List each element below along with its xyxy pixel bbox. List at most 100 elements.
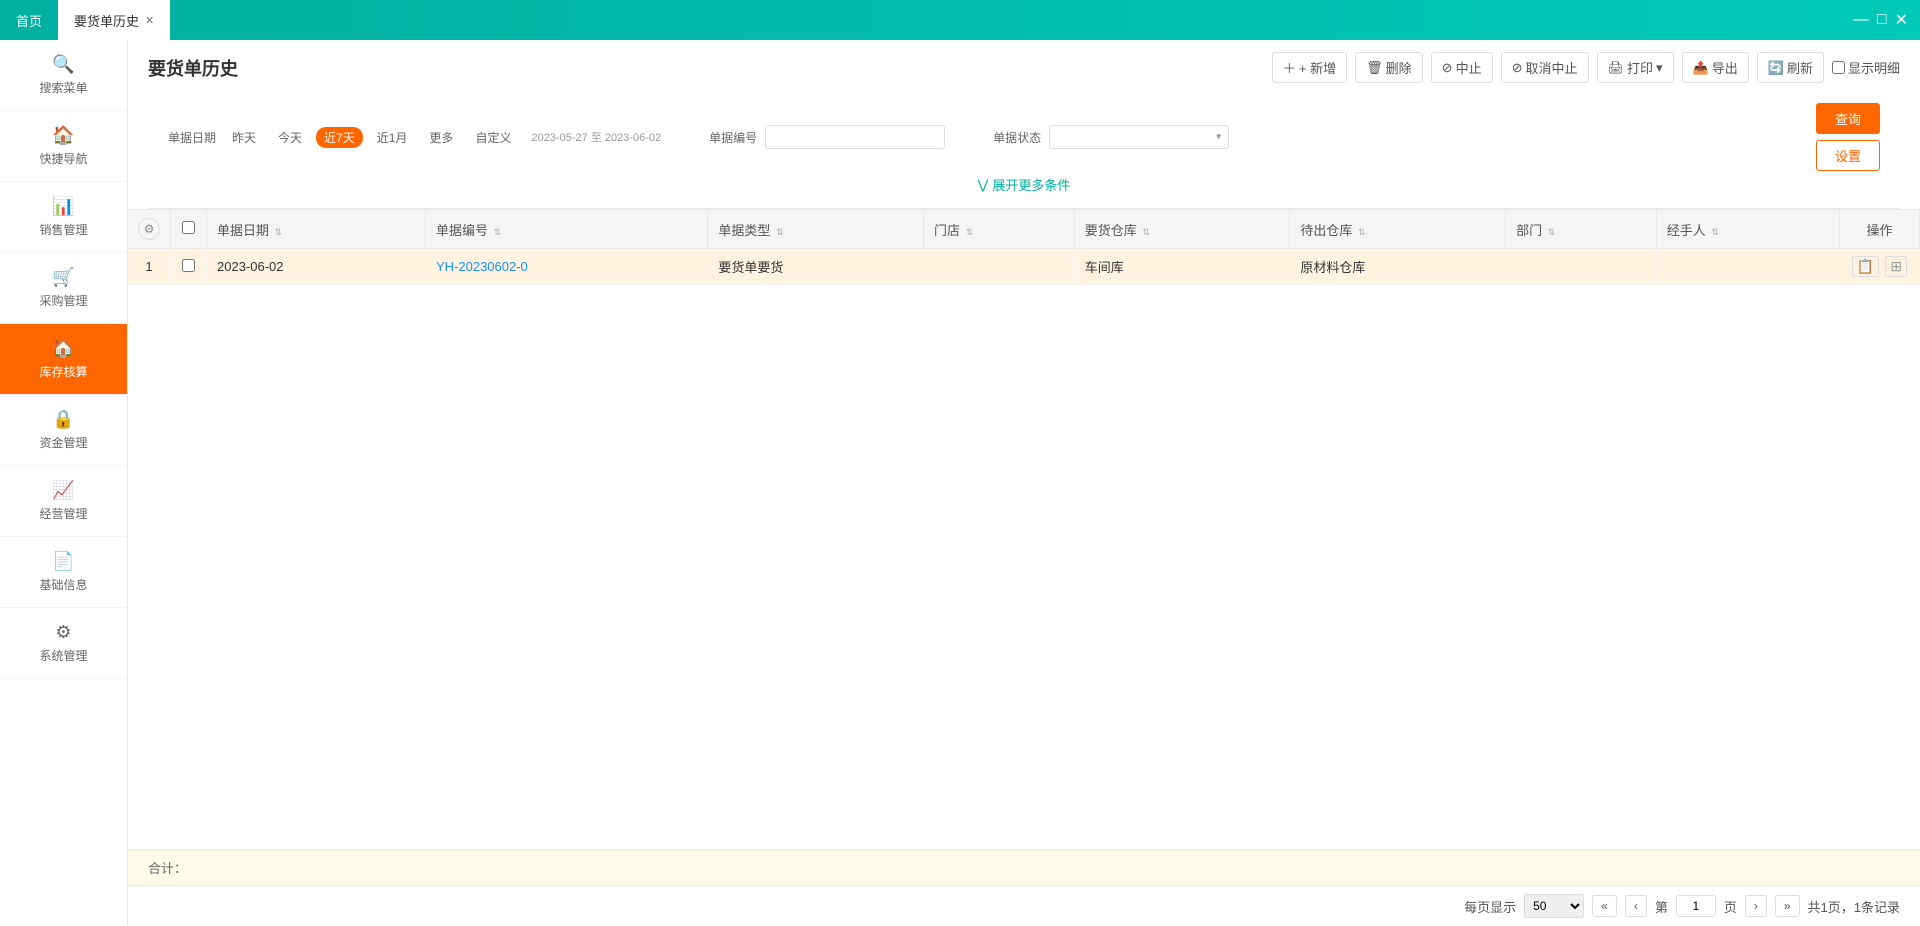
- filter-billno-label: 单据编号: [709, 129, 757, 146]
- row-detail-icon[interactable]: ⊞: [1885, 256, 1907, 277]
- date-opt-yesterday[interactable]: 昨天: [224, 127, 264, 148]
- filter-status-wrapper: [1049, 125, 1229, 149]
- cancel-suspend-icon: ⊘: [1512, 60, 1523, 76]
- delete-button[interactable]: 🗑 删除: [1355, 52, 1423, 83]
- th-store[interactable]: 门店 ⇅: [924, 210, 1075, 249]
- filter-group-date: 单据日期 昨天 今天 近7天 近1月 更多 自定义 2023-05-27 至 2…: [168, 125, 1800, 149]
- page-number-input[interactable]: [1676, 895, 1716, 917]
- sidebar-item-inventory-calc[interactable]: 🏠 库存核算: [0, 324, 127, 395]
- filter-actions: 查询 设置: [1816, 103, 1880, 171]
- refresh-icon: 🔄: [1768, 60, 1784, 76]
- date-opt-last1month[interactable]: 近1月: [369, 127, 416, 148]
- sort-pendingwarehouse-icon: ⇅: [1358, 227, 1366, 237]
- page-header: 要货单历史 ＋ + 新增 🗑 删除 ⊘ 中止 ⊘: [128, 40, 1920, 210]
- filter-settings-button[interactable]: 设置: [1816, 140, 1880, 171]
- date-opt-today[interactable]: 今天: [270, 127, 310, 148]
- row-checkbox[interactable]: [182, 259, 195, 272]
- prev-page-button[interactable]: ‹: [1625, 895, 1647, 917]
- sidebar-item-quick-nav[interactable]: 🏠 快捷导航: [0, 111, 127, 182]
- query-button[interactable]: 查询: [1816, 103, 1880, 134]
- sidebar: 🔍 搜索菜单 🏠 快捷导航 📊 销售管理 🛒 采购管理 🏠 库存核算 🔒 资金管…: [0, 40, 128, 926]
- sort-billno-icon: ⇅: [494, 227, 502, 237]
- sidebar-item-basic-info[interactable]: 📄 基础信息: [0, 537, 127, 608]
- cancel-suspend-button[interactable]: ⊘ 取消中止: [1501, 52, 1589, 83]
- finance-mgmt-icon: 🔒: [52, 409, 74, 430]
- suspend-button[interactable]: ⊘ 中止: [1431, 52, 1493, 83]
- td-billno: YH-20230602-0: [426, 249, 708, 285]
- sort-store-icon: ⇅: [966, 227, 974, 237]
- th-department-label: 部门: [1516, 223, 1542, 238]
- tab-close-icon[interactable]: ✕: [145, 14, 154, 27]
- page-size-label: 每页显示: [1464, 897, 1516, 916]
- th-reqwarehouse[interactable]: 要货仓库 ⇅: [1074, 210, 1290, 249]
- next-page-button[interactable]: ›: [1745, 895, 1767, 917]
- page-size-select[interactable]: 50 10 20 100: [1524, 894, 1584, 918]
- refresh-button[interactable]: 🔄 刷新: [1757, 52, 1824, 83]
- page-title: 要货单历史: [148, 55, 238, 81]
- show-detail-checkbox[interactable]: [1832, 61, 1845, 74]
- print-button[interactable]: 🖨 打印 ▾: [1597, 52, 1674, 83]
- th-pendingwarehouse[interactable]: 待出仓库 ⇅: [1290, 210, 1506, 249]
- export-button[interactable]: 📤 导出: [1682, 52, 1749, 83]
- td-checkbox[interactable]: [171, 249, 207, 285]
- window-close-icon[interactable]: ✕: [1895, 10, 1908, 30]
- th-date[interactable]: 单据日期 ⇅: [207, 210, 426, 249]
- th-billtype[interactable]: 单据类型 ⇅: [708, 210, 924, 249]
- delete-icon: 🗑: [1366, 60, 1383, 76]
- th-action: 操作: [1840, 210, 1920, 249]
- filter-status-select[interactable]: [1049, 125, 1229, 149]
- new-button[interactable]: ＋ + 新增: [1272, 52, 1347, 83]
- sort-handler-icon: ⇅: [1711, 227, 1719, 237]
- summary-label: 合计：: [148, 861, 187, 876]
- date-options: 昨天 今天 近7天 近1月 更多 自定义: [224, 127, 519, 148]
- expand-more-icon: ⋁: [978, 177, 989, 193]
- page-unit-label: 页: [1724, 897, 1737, 916]
- sidebar-item-purchase-mgmt[interactable]: 🛒 采购管理: [0, 253, 127, 324]
- operation-mgmt-icon: 📈: [52, 480, 74, 501]
- first-page-button[interactable]: «: [1592, 895, 1617, 917]
- sidebar-item-system-mgmt-label: 系统管理: [39, 647, 87, 664]
- th-handler[interactable]: 经手人 ⇅: [1656, 210, 1839, 249]
- th-checkbox[interactable]: [171, 210, 207, 249]
- sidebar-item-search-menu[interactable]: 🔍 搜索菜单: [0, 40, 127, 111]
- row-edit-icon[interactable]: 📋: [1852, 256, 1879, 277]
- th-settings[interactable]: ⚙: [128, 210, 171, 249]
- row-date: 2023-06-02: [217, 259, 284, 274]
- sidebar-item-operation-mgmt[interactable]: 📈 经营管理: [0, 466, 127, 537]
- sidebar-item-purchase-mgmt-label: 采购管理: [39, 292, 87, 309]
- sidebar-item-sales-mgmt[interactable]: 📊 销售管理: [0, 182, 127, 253]
- th-billno-label: 单据编号: [436, 223, 488, 238]
- pagination-bar: 每页显示 50 10 20 100 « ‹ 第 页 › » 共1页，1条记录: [128, 885, 1920, 926]
- last-page-button[interactable]: »: [1775, 895, 1800, 917]
- row-reqwarehouse: 车间库: [1085, 260, 1124, 275]
- th-handler-label: 经手人: [1667, 223, 1706, 238]
- print-dropdown-icon: ▾: [1656, 60, 1663, 76]
- sidebar-item-finance-mgmt[interactable]: 🔒 资金管理: [0, 395, 127, 466]
- td-date: 2023-06-02: [207, 249, 426, 285]
- date-opt-custom[interactable]: 自定义: [467, 127, 519, 148]
- sidebar-item-quick-nav-label: 快捷导航: [39, 150, 87, 167]
- column-settings-icon[interactable]: ⚙: [138, 218, 160, 240]
- filter-date-label: 单据日期: [168, 129, 216, 146]
- tab-requisition-history[interactable]: 要货单历史 ✕: [58, 0, 170, 40]
- th-department[interactable]: 部门 ⇅: [1506, 210, 1657, 249]
- window-maximize-icon[interactable]: □: [1877, 11, 1887, 29]
- select-all-checkbox[interactable]: [182, 221, 195, 234]
- sort-reqwarehouse-icon: ⇅: [1142, 227, 1150, 237]
- date-range-display: 2023-05-27 至 2023-06-02: [531, 129, 661, 145]
- row-billno-link[interactable]: YH-20230602-0: [436, 259, 528, 274]
- date-opt-last7days[interactable]: 近7天: [316, 127, 363, 148]
- sidebar-item-system-mgmt[interactable]: ⚙ 系统管理: [0, 608, 127, 679]
- print-icon: 🖨: [1608, 60, 1625, 76]
- date-opt-more[interactable]: 更多: [421, 127, 461, 148]
- expand-more-btn[interactable]: ⋁ 展开更多条件: [168, 171, 1880, 198]
- action-icons: 📋 ⊞: [1850, 256, 1909, 277]
- td-no: 1: [128, 249, 171, 285]
- page-title-row: 要货单历史 ＋ + 新增 🗑 删除 ⊘ 中止 ⊘: [148, 52, 1900, 83]
- show-detail-toggle[interactable]: 显示明细: [1832, 58, 1900, 77]
- tab-home[interactable]: 首页: [0, 0, 58, 40]
- filter-main-row: 单据日期 昨天 今天 近7天 近1月 更多 自定义 2023-05-27 至 2…: [168, 103, 1880, 171]
- window-minimize-icon[interactable]: —: [1853, 11, 1869, 29]
- th-billno[interactable]: 单据编号 ⇅: [426, 210, 708, 249]
- filter-billno-input[interactable]: [765, 125, 945, 149]
